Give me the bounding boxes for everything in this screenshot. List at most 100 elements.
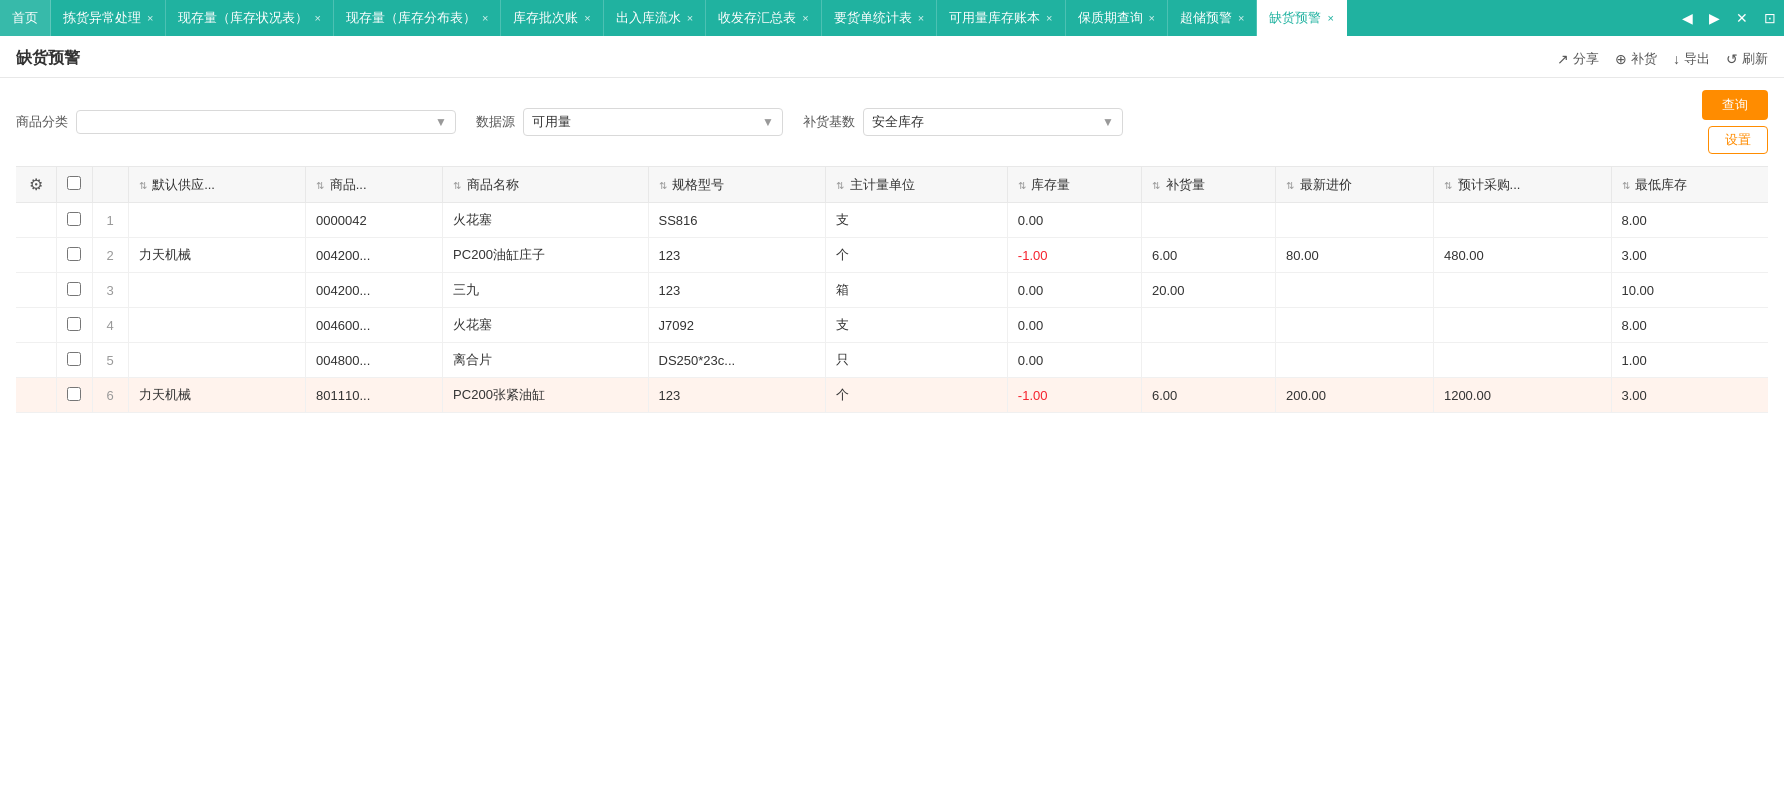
th-default-supplier[interactable]: ⇅ 默认供应... [128, 167, 306, 203]
row-checkbox-4[interactable] [67, 352, 81, 366]
row-latest-price [1276, 308, 1434, 343]
row-replenish-qty: 6.00 [1141, 238, 1275, 273]
row-unit: 只 [826, 343, 1008, 378]
table-row: 5 004800... 离合片 DS250*23c... 只 0.00 1.00 [16, 343, 1768, 378]
th-min-stock[interactable]: ⇅ 最低库存 [1611, 167, 1768, 203]
row-min-stock: 8.00 [1611, 203, 1768, 238]
row-supplier: 力天机械 [128, 378, 306, 413]
replenish-base-select[interactable]: 安全库存 ▼ [863, 108, 1123, 136]
close-tab-8[interactable]: × [1046, 12, 1052, 24]
tab-nav-buttons: ◀ ▶ ✕ ⊡ [1674, 0, 1784, 36]
tab-restore-btn[interactable]: ⊡ [1756, 0, 1784, 36]
th-settings[interactable]: ⚙ [16, 167, 56, 203]
close-tab-6[interactable]: × [802, 12, 808, 24]
table-row: 2 力天机械 004200... PC200油缸庄子 123 个 -1.00 6… [16, 238, 1768, 273]
row-spec: J7092 [648, 308, 826, 343]
replenish-button[interactable]: ⊕ 补货 [1615, 50, 1657, 68]
export-button[interactable]: ↓ 导出 [1673, 50, 1710, 68]
tab-prev-btn[interactable]: ◀ [1674, 0, 1701, 36]
tab-picking-exception[interactable]: 拣货异常处理 × [51, 0, 166, 36]
row-checkbox-cell[interactable] [56, 308, 92, 343]
close-tab-5[interactable]: × [687, 12, 693, 24]
row-checkbox-3[interactable] [67, 317, 81, 331]
row-latest-price: 80.00 [1276, 238, 1434, 273]
tab-flow[interactable]: 出入库流水 × [604, 0, 706, 36]
tab-expiry[interactable]: 保质期查询 × [1066, 0, 1168, 36]
close-tab-7[interactable]: × [918, 12, 924, 24]
row-product-name: 离合片 [443, 343, 648, 378]
close-tab-11[interactable]: × [1327, 12, 1333, 24]
tab-inventory-status[interactable]: 现存量（库存状况表） × [166, 0, 333, 36]
tab-bar: 首页 拣货异常处理 × 现存量（库存状况表） × 现存量（库存分布表） × 库存… [0, 0, 1784, 36]
row-checkbox-cell[interactable] [56, 343, 92, 378]
row-number: 6 [92, 378, 128, 413]
close-tab-9[interactable]: × [1149, 12, 1155, 24]
tab-close-all-btn[interactable]: ✕ [1728, 0, 1756, 36]
row-estimated-purchase [1433, 273, 1611, 308]
share-icon: ↗ [1557, 51, 1569, 67]
settings-button[interactable]: 设置 [1708, 126, 1768, 154]
refresh-button[interactable]: ↺ 刷新 [1726, 50, 1768, 68]
tab-home[interactable]: 首页 [0, 0, 51, 36]
row-checkbox-1[interactable] [67, 247, 81, 261]
row-checkbox-5[interactable] [67, 387, 81, 401]
table-container: ⚙ ⇅ 默认供应... ⇅ 商品... ⇅ [0, 166, 1784, 413]
tab-next-btn[interactable]: ▶ [1701, 0, 1728, 36]
th-unit[interactable]: ⇅ 主计量单位 [826, 167, 1008, 203]
replenish-icon: ⊕ [1615, 51, 1627, 67]
row-min-stock: 8.00 [1611, 308, 1768, 343]
tab-inventory-distribution[interactable]: 现存量（库存分布表） × [334, 0, 501, 36]
row-checkbox-cell[interactable] [56, 203, 92, 238]
tab-overstock[interactable]: 超储预警 × [1168, 0, 1257, 36]
row-checkbox-cell[interactable] [56, 378, 92, 413]
row-checkbox-cell[interactable] [56, 238, 92, 273]
th-replenish-qty[interactable]: ⇅ 补货量 [1141, 167, 1275, 203]
select-all-checkbox[interactable] [67, 176, 81, 190]
row-stock-qty: 0.00 [1007, 343, 1141, 378]
row-replenish-qty: 20.00 [1141, 273, 1275, 308]
sort-icon-supplier: ⇅ [139, 180, 147, 191]
category-select[interactable]: ▼ [76, 110, 456, 134]
tab-shortage[interactable]: 缺货预警 × [1257, 0, 1346, 36]
row-stock-qty: -1.00 [1007, 238, 1141, 273]
row-checkbox-2[interactable] [67, 282, 81, 296]
tab-batch-account[interactable]: 库存批次账 × [501, 0, 603, 36]
row-min-stock: 1.00 [1611, 343, 1768, 378]
sort-icon-est: ⇅ [1444, 180, 1452, 191]
th-checkbox[interactable] [56, 167, 92, 203]
row-min-stock: 3.00 [1611, 238, 1768, 273]
tab-available-ledger[interactable]: 可用量库存账本 × [937, 0, 1065, 36]
th-stock-qty[interactable]: ⇅ 库存量 [1007, 167, 1141, 203]
datasource-select[interactable]: 可用量 ▼ [523, 108, 783, 136]
row-latest-price [1276, 273, 1434, 308]
row-stock-qty: -1.00 [1007, 378, 1141, 413]
row-estimated-purchase: 480.00 [1433, 238, 1611, 273]
query-button[interactable]: 查询 [1702, 90, 1768, 120]
close-tab-2[interactable]: × [314, 12, 320, 24]
row-estimated-purchase [1433, 308, 1611, 343]
close-tab-1[interactable]: × [147, 12, 153, 24]
close-tab-10[interactable]: × [1238, 12, 1244, 24]
table-row: 4 004600... 火花塞 J7092 支 0.00 8.00 [16, 308, 1768, 343]
column-settings-icon[interactable]: ⚙ [29, 176, 43, 193]
sort-icon-name: ⇅ [453, 180, 461, 191]
row-checkbox-0[interactable] [67, 212, 81, 226]
th-product-code[interactable]: ⇅ 商品... [306, 167, 443, 203]
close-tab-3[interactable]: × [482, 12, 488, 24]
th-estimated-purchase[interactable]: ⇅ 预计采购... [1433, 167, 1611, 203]
row-estimated-purchase [1433, 203, 1611, 238]
shortage-table: ⚙ ⇅ 默认供应... ⇅ 商品... ⇅ [16, 166, 1768, 413]
tab-summary[interactable]: 收发存汇总表 × [706, 0, 821, 36]
row-checkbox-cell[interactable] [56, 273, 92, 308]
close-tab-4[interactable]: × [584, 12, 590, 24]
th-product-name[interactable]: ⇅ 商品名称 [443, 167, 648, 203]
row-product-name: 火花塞 [443, 308, 648, 343]
tab-order-stats[interactable]: 要货单统计表 × [822, 0, 937, 36]
row-supplier [128, 273, 306, 308]
share-button[interactable]: ↗ 分享 [1557, 50, 1599, 68]
th-spec[interactable]: ⇅ 规格型号 [648, 167, 826, 203]
row-min-stock: 3.00 [1611, 378, 1768, 413]
th-latest-price[interactable]: ⇅ 最新进价 [1276, 167, 1434, 203]
row-product-name: 火花塞 [443, 203, 648, 238]
datasource-value: 可用量 [532, 113, 754, 131]
